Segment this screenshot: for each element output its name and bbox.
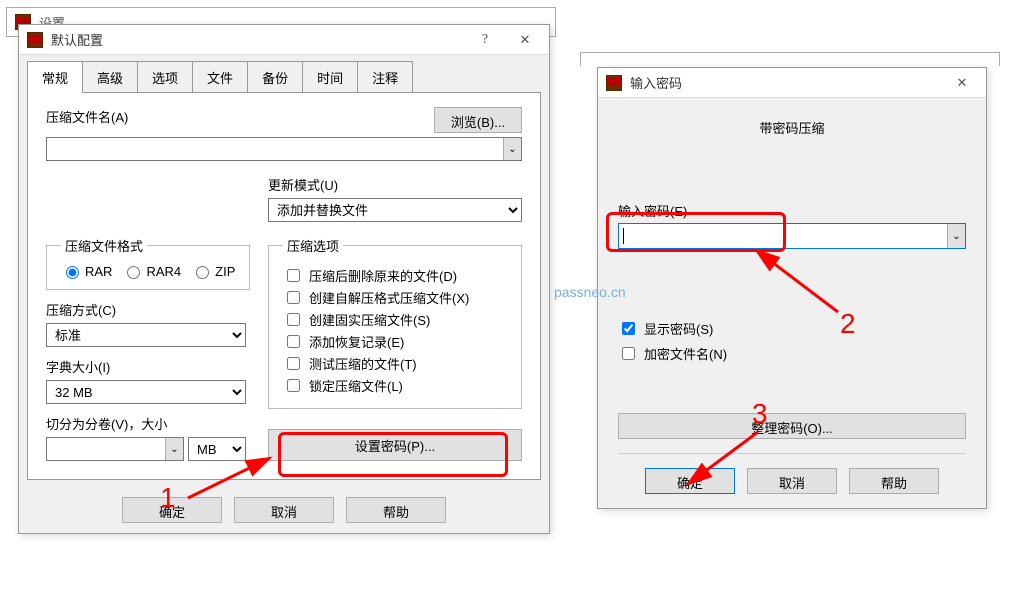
tab-content-general: 压缩文件名(A) 浏览(B)... ⌄ 更新模式(U) 添加并替换文件 压缩文件… [27,92,541,480]
tab-time[interactable]: 时间 [302,61,358,93]
compression-method-label: 压缩方式(C) [46,300,246,319]
compression-options-legend: 压缩选项 [283,236,343,255]
winrar-icon [606,75,622,91]
option-delete-after-checkbox[interactable]: 压缩后删除原来的文件(D) [283,266,507,285]
tab-files[interactable]: 文件 [192,61,248,93]
dialog-title: 输入密码 [630,73,942,92]
password-dialog-header: 带密码压缩 [618,118,966,137]
archive-name-dropdown-icon[interactable]: ⌄ [503,138,521,160]
compression-method-select[interactable]: 标准 [46,323,246,347]
background-window-strip [580,52,1000,66]
tab-options[interactable]: 选项 [137,61,193,93]
tab-advanced[interactable]: 高级 [82,61,138,93]
compression-options-group: 压缩选项 压缩后删除原来的文件(D) 创建自解压格式压缩文件(X) 创建固实压缩… [268,236,522,409]
split-volume-dropdown-icon[interactable]: ⌄ [165,438,183,460]
winrar-icon [27,32,43,48]
dictionary-size-label: 字典大小(I) [46,357,246,376]
split-volume-unit-select[interactable]: MB [188,437,246,461]
password-input[interactable]: ⌄ [618,223,966,249]
tab-bar: 常规 高级 选项 文件 备份 时间 注释 [19,55,549,93]
option-test-checkbox[interactable]: 测试压缩的文件(T) [283,354,507,373]
update-mode-label: 更新模式(U) [268,175,522,194]
dictionary-size-select[interactable]: 32 MB [46,380,246,404]
option-sfx-checkbox[interactable]: 创建自解压格式压缩文件(X) [283,288,507,307]
help-button-titlebar[interactable]: ? [465,26,505,54]
format-rar4-radio[interactable]: RAR4 [122,263,181,279]
enter-password-label: 输入密码(E) [618,201,966,220]
update-mode-select[interactable]: 添加并替换文件 [268,198,522,222]
option-solid-checkbox[interactable]: 创建固实压缩文件(S) [283,310,507,329]
format-rar-radio[interactable]: RAR [61,263,112,279]
set-password-button[interactable]: 设置密码(P)... [268,429,522,461]
cancel-button[interactable]: 取消 [234,497,334,523]
archive-name-input[interactable] [46,137,522,161]
tab-backup[interactable]: 备份 [247,61,303,93]
right-column: 压缩选项 压缩后删除原来的文件(D) 创建自解压格式压缩文件(X) 创建固实压缩… [268,236,522,461]
option-lock-checkbox[interactable]: 锁定压缩文件(L) [283,376,507,395]
organize-passwords-button[interactable]: 整理密码(O)... [618,413,966,439]
enter-password-dialog: 输入密码 ✕ 带密码压缩 输入密码(E) ⌄ 显示密码(S) 加密文件名(N) … [597,67,987,509]
ok-button[interactable]: 确定 [645,468,735,494]
default-profile-dialog: 默认配置 ? ✕ 常规 高级 选项 文件 备份 时间 注释 压缩文件名(A) 浏… [18,24,550,534]
archive-name-label: 压缩文件名(A) [46,107,434,126]
close-icon[interactable]: ✕ [942,69,982,97]
dialog-title: 默认配置 [51,30,465,49]
split-volume-label: 切分为分卷(V)，大小 [46,414,246,433]
show-password-checkbox[interactable]: 显示密码(S) [618,319,966,338]
split-volume-input[interactable] [46,437,184,461]
help-button[interactable]: 帮助 [346,497,446,523]
default-profile-titlebar: 默认配置 ? ✕ [19,25,549,55]
enter-password-titlebar: 输入密码 ✕ [598,68,986,98]
divider [618,453,966,454]
format-zip-radio[interactable]: ZIP [191,263,235,279]
left-column: 压缩文件格式 RAR RAR4 ZIP 压缩方式(C) 标准 字典大小(I) [46,236,246,461]
archive-format-group: 压缩文件格式 RAR RAR4 ZIP [46,236,250,290]
tab-comment[interactable]: 注释 [357,61,413,93]
option-recovery-checkbox[interactable]: 添加恢复记录(E) [283,332,507,351]
close-icon[interactable]: ✕ [505,26,545,54]
tab-general[interactable]: 常规 [27,61,83,93]
password-dropdown-icon[interactable]: ⌄ [947,224,965,248]
encrypt-filenames-checkbox[interactable]: 加密文件名(N) [618,344,966,363]
cancel-button[interactable]: 取消 [747,468,837,494]
help-button[interactable]: 帮助 [849,468,939,494]
dialog-footer: 确定 取消 帮助 [19,489,549,533]
caret [623,228,624,244]
browse-button[interactable]: 浏览(B)... [434,107,522,133]
ok-button[interactable]: 确定 [122,497,222,523]
archive-format-legend: 压缩文件格式 [61,236,147,255]
